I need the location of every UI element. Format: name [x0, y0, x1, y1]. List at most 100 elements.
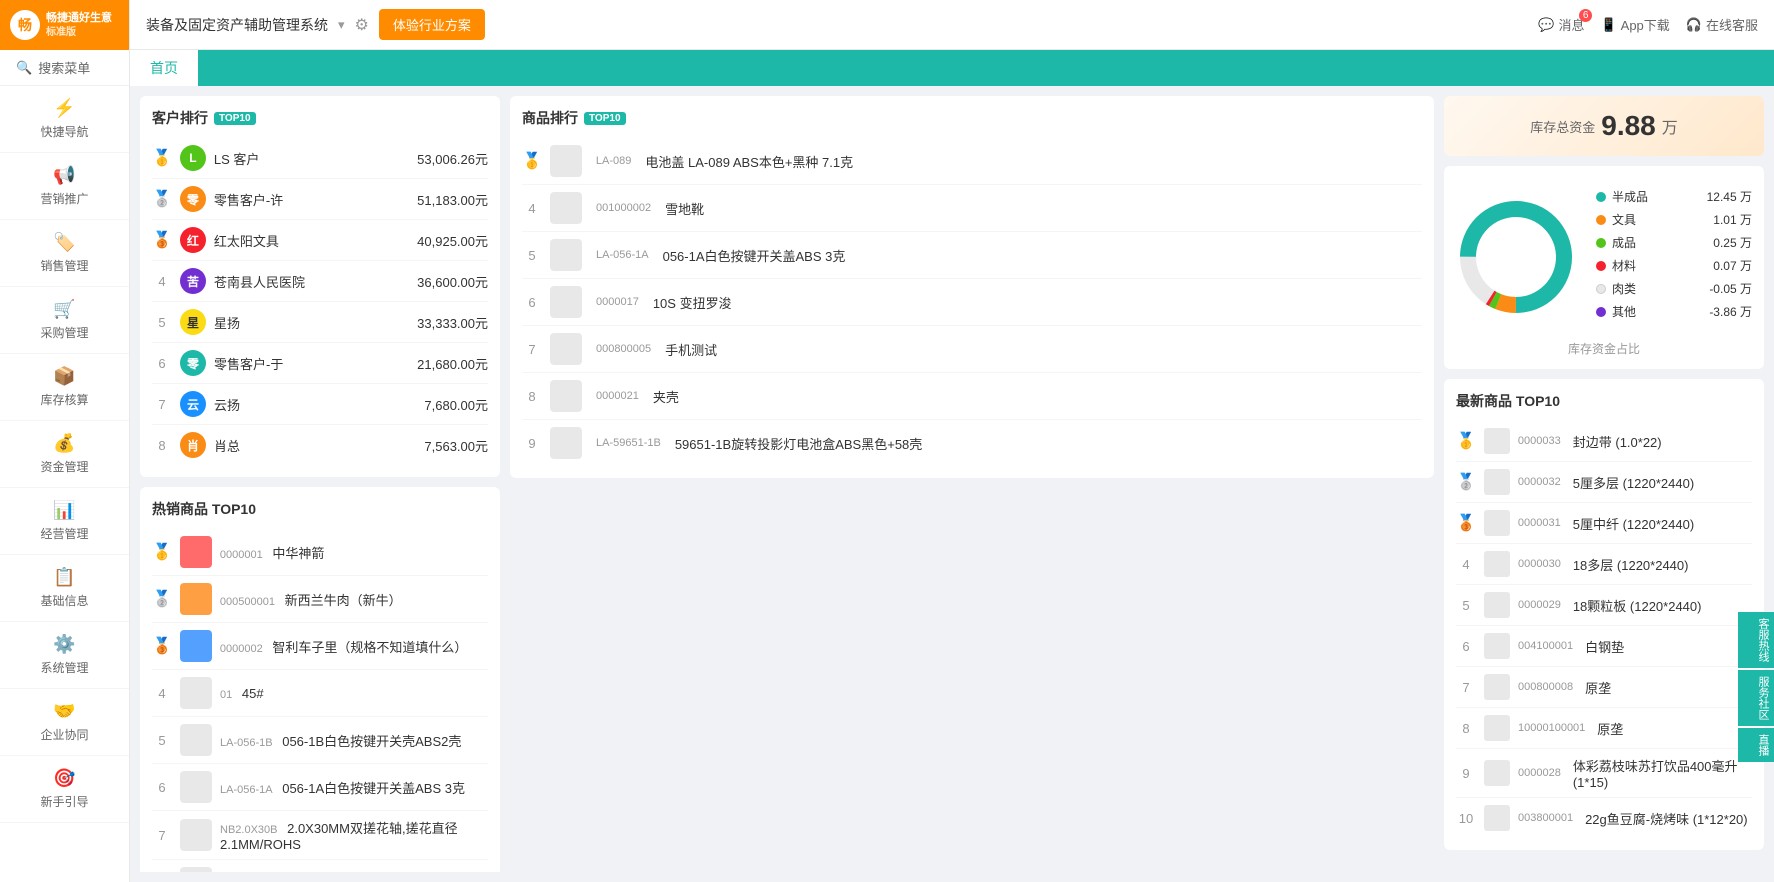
hot-product-item: 7 NB2.0X30B 2.0X30MM双搓花轴,搓花直径2.1MM/ROHS [152, 811, 488, 860]
float-btn-community[interactable]: 服务社区 [1738, 670, 1774, 726]
sidebar-item-system[interactable]: ⚙️ 系统管理 [0, 622, 129, 689]
newest-products-card: 最新商品 TOP10 🥇 0000033 封边带 (1.0*22) 🥈 0000… [1444, 379, 1764, 850]
product-thumbnail [550, 427, 582, 459]
legend-item: 文具 1.01 万 [1596, 211, 1752, 228]
float-btn-live[interactable]: 直播 [1738, 728, 1774, 762]
tab-home[interactable]: 首页 [130, 50, 198, 86]
customer-name: 星扬 [214, 313, 409, 332]
medal-silver-icon: 🥈 [152, 589, 172, 609]
product-ranking-card: 商品排行 TOP10 🥇 LA-089 电池盖 LA-089 ABS本色+黑种 … [510, 96, 1434, 478]
customer-rank-item: 5 星 星扬 33,333.00元 [152, 302, 488, 343]
finance-icon: 💰 [53, 433, 75, 454]
customer-name: 零售客户-许 [214, 190, 409, 209]
customer-value: 36,600.00元 [417, 272, 488, 291]
sidebar-item-sales[interactable]: 🏷️ 销售管理 [0, 220, 129, 287]
inventory-label: 库存总资金 [1530, 117, 1595, 136]
float-buttons: 客服热线 服务社区 直播 [1738, 612, 1774, 762]
right-panel: 库存总资金 9.88 万 [1444, 96, 1764, 872]
sidebar-item-operations[interactable]: 📊 经营管理 [0, 488, 129, 555]
product-thumbnail [180, 677, 212, 709]
product-rank-item: 5 LA-056-1A 056-1A白色按键开关盖ABS 3克 [522, 232, 1422, 279]
sidebar-item-finance[interactable]: 💰 资金管理 [0, 421, 129, 488]
online-service-item[interactable]: 🎧 在线客服 [1686, 15, 1758, 34]
product-thumbnail [550, 239, 582, 271]
customer-value: 7,563.00元 [424, 436, 488, 455]
product-rank-item: 7 000800005 手机测试 [522, 326, 1422, 373]
quicknav-icon: ⚡ [53, 98, 75, 119]
app-download-item[interactable]: 📱 App下载 [1600, 15, 1669, 34]
medal-gold-icon: 🥇 [152, 542, 172, 562]
product-thumbnail [550, 192, 582, 224]
sales-icon: 🏷️ [53, 232, 75, 253]
product-thumbnail [550, 380, 582, 412]
customer-value: 7,680.00元 [424, 395, 488, 414]
product-thumbnail [180, 771, 212, 803]
product-info: LA-056-1B 056-1B白色按键开关壳ABS2壳 [220, 731, 488, 750]
search-menu[interactable]: 🔍 搜索菜单 [0, 50, 129, 86]
headset-icon: 🎧 [1686, 17, 1702, 33]
product-thumbnail [550, 333, 582, 365]
donut-container: 半成品 12.45 万 文具 1.01 万 成品 0.25 万 [1456, 178, 1752, 336]
legend-item: 材料 0.07 万 [1596, 257, 1752, 274]
customer-avatar: 零 [180, 186, 206, 212]
legend-item: 成品 0.25 万 [1596, 234, 1752, 251]
inventory-ratio-label: 库存资金占比 [1456, 340, 1752, 357]
product-thumbnail [180, 630, 212, 662]
new-product-item: 4 0000030 18多层 (1220*2440) [1456, 544, 1752, 585]
basicinfo-icon: 📋 [53, 567, 75, 588]
header: 装备及固定资产辅助管理系统 ▾ ⚙ 体验行业方案 💬 消息 6 📱 App下载 … [130, 0, 1774, 50]
medal-gold-icon: 🥇 [152, 148, 172, 168]
legend-dot [1596, 261, 1606, 271]
message-badge-item[interactable]: 💬 消息 6 [1538, 15, 1584, 34]
product-ranking-title: 商品排行 TOP10 [522, 108, 1422, 128]
customer-rank-item: 🥉 红 红太阳文具 40,925.00元 [152, 220, 488, 261]
trial-button[interactable]: 体验行业方案 [379, 9, 485, 40]
hot-products-title: 热销商品 TOP10 [152, 499, 488, 519]
customer-avatar: 肖 [180, 432, 206, 458]
search-icon: 🔍 [16, 60, 32, 76]
chart-legend: 半成品 12.45 万 文具 1.01 万 成品 0.25 万 [1596, 188, 1752, 326]
float-btn-service[interactable]: 客服热线 [1738, 612, 1774, 668]
sidebar-item-quicknav[interactable]: ⚡ 快捷导航 [0, 86, 129, 153]
new-product-item: 6 004100001 白钢垫 [1456, 626, 1752, 667]
new-product-item: 🥇 0000033 封边带 (1.0*22) [1456, 421, 1752, 462]
hot-product-item: 6 LA-056-1A 056-1A白色按键开关盖ABS 3克 [152, 764, 488, 811]
message-count-badge: 6 [1579, 9, 1593, 22]
product-thumbnail [550, 286, 582, 318]
dropdown-icon[interactable]: ▾ [338, 17, 345, 33]
product-thumbnail [180, 867, 212, 872]
product-info: LA-056-1A 056-1A白色按键开关盖ABS 3克 [220, 778, 488, 797]
new-product-item: 5 0000029 18颗粒板 (1220*2440) [1456, 585, 1752, 626]
hot-product-item: 5 LA-056-1B 056-1B白色按键开关壳ABS2壳 [152, 717, 488, 764]
sidebar-item-inventory[interactable]: 📦 库存核算 [0, 354, 129, 421]
legend-dot [1596, 307, 1606, 317]
hot-product-item: 8 0000011 12070519-xs [152, 860, 488, 872]
message-icon: 💬 [1538, 17, 1554, 33]
sidebar-item-marketing[interactable]: 📢 营销推广 [0, 153, 129, 220]
legend-dot [1596, 238, 1606, 248]
sidebar: 畅 畅捷通好生意 标准版 🔍 搜索菜单 ⚡ 快捷导航 📢 营销推广 🏷️ 销售管… [0, 0, 130, 882]
legend-item: 半成品 12.45 万 [1596, 188, 1752, 205]
purchase-icon: 🛒 [53, 299, 75, 320]
product-thumbnail [180, 536, 212, 568]
customer-rank-item: 4 苦 苍南县人民医院 36,600.00元 [152, 261, 488, 302]
sidebar-item-guide[interactable]: 🎯 新手引导 [0, 756, 129, 823]
sidebar-item-purchase[interactable]: 🛒 采购管理 [0, 287, 129, 354]
sidebar-item-collab[interactable]: 🤝 企业协同 [0, 689, 129, 756]
customer-ranking-card: 客户排行 TOP10 🥇 L LS 客户 53,006.26元 🥈 零 零售客户… [140, 96, 500, 477]
new-product-item: 7 000800008 原垄 [1456, 667, 1752, 708]
new-product-item: 🥉 0000031 5厘中纤 (1220*2440) [1456, 503, 1752, 544]
sidebar-item-basic-info[interactable]: 📋 基础信息 [0, 555, 129, 622]
inventory-card: 库存总资金 9.88 万 [1444, 96, 1764, 156]
settings-icon[interactable]: ⚙ [355, 15, 369, 35]
legend-dot [1596, 284, 1606, 294]
customer-name: 零售客户-于 [214, 354, 409, 373]
app-name: 畅捷通好生意 标准版 [46, 11, 112, 38]
system-name: 装备及固定资产辅助管理系统 [146, 15, 328, 35]
inventory-chart-card: 半成品 12.45 万 文具 1.01 万 成品 0.25 万 [1444, 166, 1764, 369]
marketing-icon: 📢 [53, 165, 75, 186]
left-panel: 客户排行 TOP10 🥇 L LS 客户 53,006.26元 🥈 零 零售客户… [140, 96, 500, 872]
product-rank-item: 4 001000002 雪地靴 [522, 185, 1422, 232]
header-left: 装备及固定资产辅助管理系统 ▾ ⚙ 体验行业方案 [146, 9, 485, 40]
customer-value: 40,925.00元 [417, 231, 488, 250]
